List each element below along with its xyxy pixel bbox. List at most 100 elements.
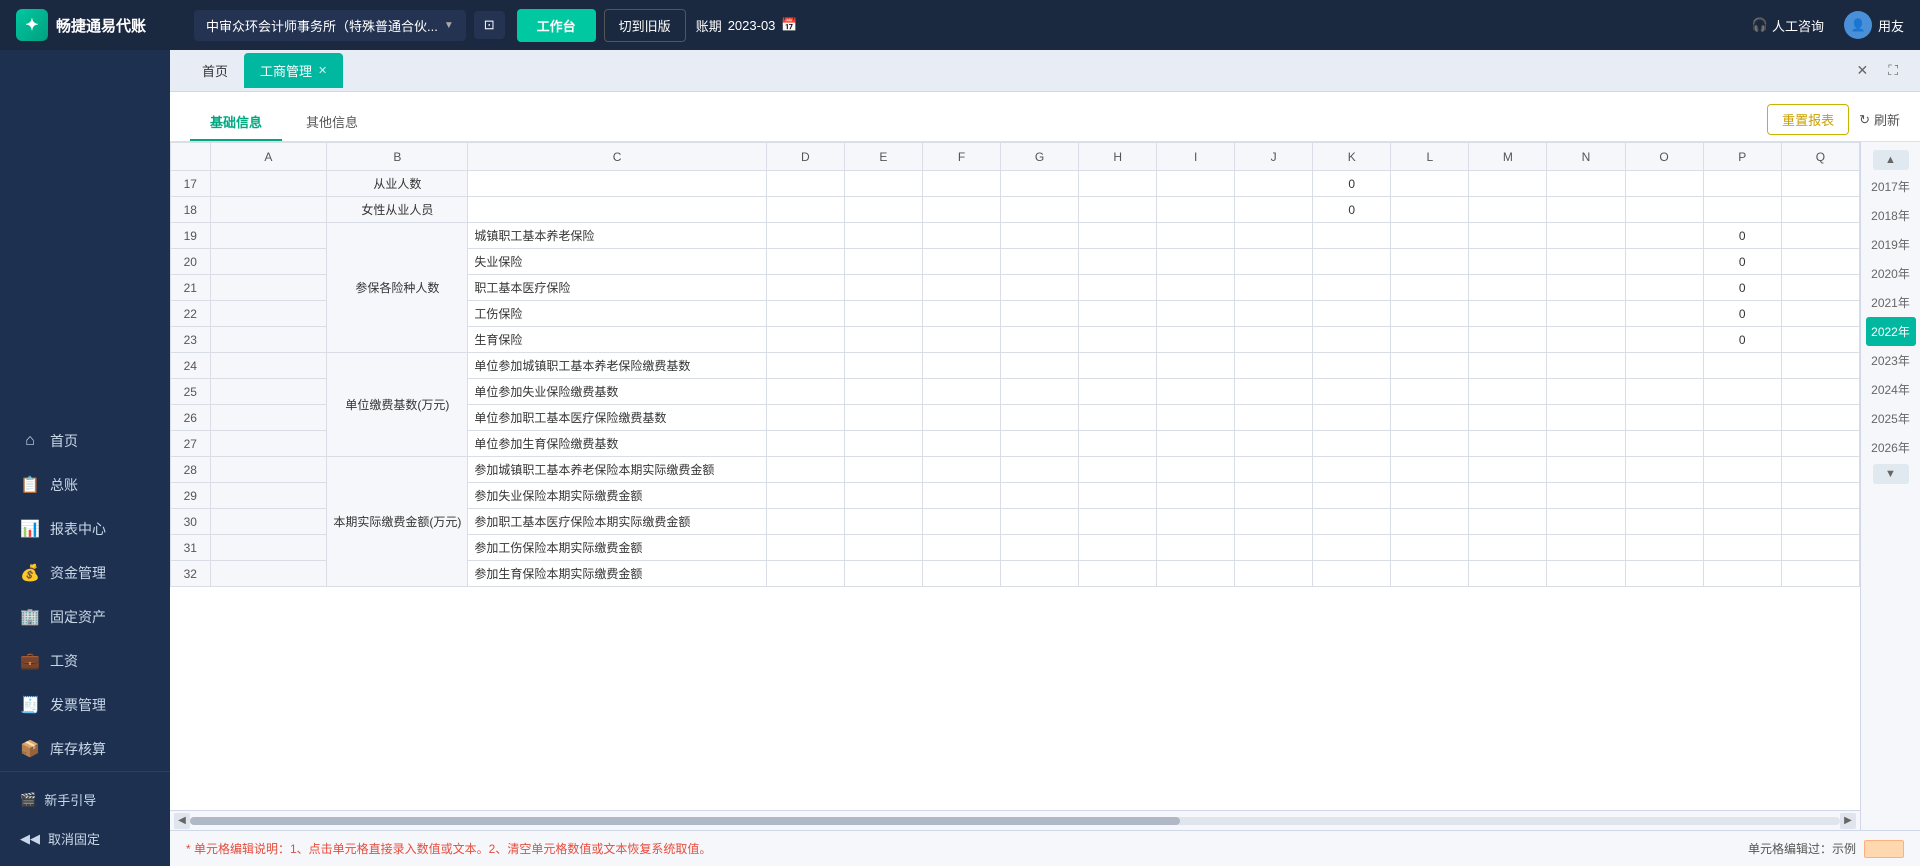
cell-c-2[interactable]: 城镇职工基本养老保险 [468, 223, 766, 249]
cell-m-3[interactable] [1469, 249, 1547, 275]
cell-l-9[interactable] [1391, 405, 1469, 431]
scroll-right-button[interactable]: ▶ [1840, 813, 1856, 829]
cell-d-13[interactable] [766, 509, 844, 535]
cell-m-0[interactable] [1469, 171, 1547, 197]
cell-d-11[interactable] [766, 457, 844, 483]
cell-o-15[interactable] [1625, 561, 1703, 587]
cell-j-2[interactable] [1235, 223, 1313, 249]
cell-q-8[interactable] [1781, 379, 1859, 405]
cell-n-12[interactable] [1547, 483, 1625, 509]
cell-b-0[interactable]: 从业人数 [327, 171, 468, 197]
expand-window-button[interactable]: ⛶ [1882, 58, 1904, 83]
cell-d-14[interactable] [766, 535, 844, 561]
tab-home[interactable]: 首页 [186, 53, 244, 88]
cell-j-3[interactable] [1235, 249, 1313, 275]
workbench-button[interactable]: 工作台 [517, 9, 596, 42]
cell-l-3[interactable] [1391, 249, 1469, 275]
cell-p-11[interactable] [1703, 457, 1781, 483]
cell-h-12[interactable] [1079, 483, 1157, 509]
cell-i-12[interactable] [1157, 483, 1235, 509]
cell-f-2[interactable] [922, 223, 1000, 249]
cell-e-10[interactable] [844, 431, 922, 457]
cell-j-0[interactable] [1235, 171, 1313, 197]
cell-c-7[interactable]: 单位参加城镇职工基本养老保险缴费基数 [468, 353, 766, 379]
cell-p-7[interactable] [1703, 353, 1781, 379]
cell-l-0[interactable] [1391, 171, 1469, 197]
cell-j-6[interactable] [1235, 327, 1313, 353]
cell-h-11[interactable] [1079, 457, 1157, 483]
cell-l-12[interactable] [1391, 483, 1469, 509]
cell-p-10[interactable] [1703, 431, 1781, 457]
cell-f-6[interactable] [922, 327, 1000, 353]
cell-j-14[interactable] [1235, 535, 1313, 561]
cell-j-8[interactable] [1235, 379, 1313, 405]
cell-k-11[interactable] [1313, 457, 1391, 483]
cell-q-9[interactable] [1781, 405, 1859, 431]
sub-tab-other[interactable]: 其他信息 [286, 104, 378, 141]
cell-a-8[interactable] [210, 379, 327, 405]
cell-e-15[interactable] [844, 561, 922, 587]
sheet-container[interactable]: A B C D E F G H I J [170, 142, 1860, 810]
cell-i-9[interactable] [1157, 405, 1235, 431]
sidebar-item-salary[interactable]: 💼 工资 [0, 639, 170, 683]
cell-c-10[interactable]: 单位参加生育保险缴费基数 [468, 431, 766, 457]
cell-g-6[interactable] [1001, 327, 1079, 353]
table-row[interactable]: 18女性从业人员0 [171, 197, 1860, 223]
cell-a-2[interactable] [210, 223, 327, 249]
cell-k-3[interactable] [1313, 249, 1391, 275]
cell-p-14[interactable] [1703, 535, 1781, 561]
cell-i-13[interactable] [1157, 509, 1235, 535]
cell-g-11[interactable] [1001, 457, 1079, 483]
year-item-2017[interactable]: 2017年 [1866, 172, 1916, 201]
cell-m-5[interactable] [1469, 301, 1547, 327]
cell-c-1[interactable] [468, 197, 766, 223]
cell-h-6[interactable] [1079, 327, 1157, 353]
cell-m-1[interactable] [1469, 197, 1547, 223]
cell-p-1[interactable] [1703, 197, 1781, 223]
cell-m-9[interactable] [1469, 405, 1547, 431]
cell-k-2[interactable] [1313, 223, 1391, 249]
cell-q-11[interactable] [1781, 457, 1859, 483]
year-item-2020[interactable]: 2020年 [1866, 259, 1916, 288]
cell-p-3[interactable]: 0 [1703, 249, 1781, 275]
cell-f-3[interactable] [922, 249, 1000, 275]
cell-j-4[interactable] [1235, 275, 1313, 301]
cell-c-4[interactable]: 职工基本医疗保险 [468, 275, 766, 301]
cell-q-10[interactable] [1781, 431, 1859, 457]
cell-m-13[interactable] [1469, 509, 1547, 535]
cell-n-11[interactable] [1547, 457, 1625, 483]
table-row[interactable]: 19参保各险种人数城镇职工基本养老保险0 [171, 223, 1860, 249]
year-item-2023[interactable]: 2023年 [1866, 346, 1916, 375]
cell-q-4[interactable] [1781, 275, 1859, 301]
cell-f-5[interactable] [922, 301, 1000, 327]
cell-a-6[interactable] [210, 327, 327, 353]
cell-q-15[interactable] [1781, 561, 1859, 587]
cell-i-5[interactable] [1157, 301, 1235, 327]
cell-q-5[interactable] [1781, 301, 1859, 327]
cell-k-5[interactable] [1313, 301, 1391, 327]
cell-c-11[interactable]: 参加城镇职工基本养老保险本期实际缴费金额 [468, 457, 766, 483]
cell-l-11[interactable] [1391, 457, 1469, 483]
cell-l-7[interactable] [1391, 353, 1469, 379]
year-item-2022[interactable]: 2022年 [1866, 317, 1916, 346]
cell-m-12[interactable] [1469, 483, 1547, 509]
cell-a-0[interactable] [210, 171, 327, 197]
cell-f-4[interactable] [922, 275, 1000, 301]
cell-n-9[interactable] [1547, 405, 1625, 431]
cell-d-7[interactable] [766, 353, 844, 379]
cell-k-4[interactable] [1313, 275, 1391, 301]
cell-i-2[interactable] [1157, 223, 1235, 249]
cell-i-3[interactable] [1157, 249, 1235, 275]
cell-g-7[interactable] [1001, 353, 1079, 379]
cell-c-12[interactable]: 参加失业保险本期实际缴费金额 [468, 483, 766, 509]
cell-f-14[interactable] [922, 535, 1000, 561]
cell-i-1[interactable] [1157, 197, 1235, 223]
cell-m-8[interactable] [1469, 379, 1547, 405]
cell-o-1[interactable] [1625, 197, 1703, 223]
cell-a-4[interactable] [210, 275, 327, 301]
cell-q-7[interactable] [1781, 353, 1859, 379]
cell-h-5[interactable] [1079, 301, 1157, 327]
cell-h-4[interactable] [1079, 275, 1157, 301]
cell-o-0[interactable] [1625, 171, 1703, 197]
cell-q-2[interactable] [1781, 223, 1859, 249]
